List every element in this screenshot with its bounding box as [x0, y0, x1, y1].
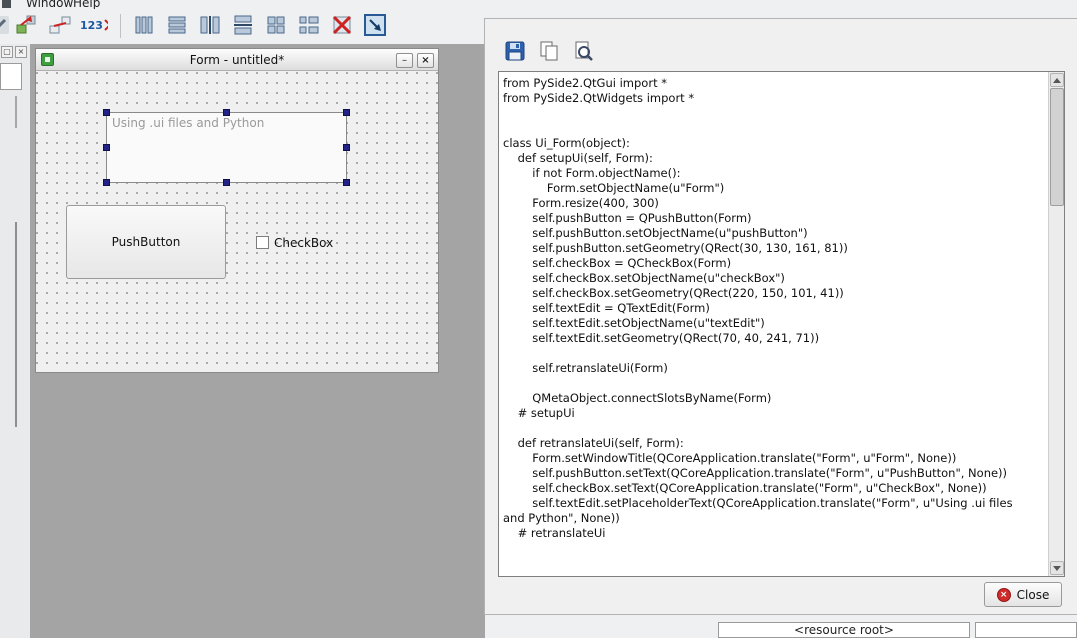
menu-window[interactable]: Window — [26, 0, 73, 9]
dock-divider-bottom — [15, 222, 17, 427]
selection-handle-se[interactable] — [343, 179, 350, 186]
tab-order-label: 123 — [80, 19, 103, 32]
dock-close-icon[interactable]: × — [15, 46, 27, 58]
selection-handle-ne[interactable] — [343, 109, 350, 116]
scroll-up-icon[interactable] — [1050, 73, 1064, 87]
textedit-placeholder: Using .ui files and Python — [107, 113, 346, 133]
layout-form-icon[interactable] — [295, 11, 323, 39]
app-menu-icon[interactable] — [2, 0, 11, 8]
form-canvas[interactable]: Using .ui files and Python PushButton Ch… — [36, 72, 438, 372]
selection-handle-s[interactable] — [223, 179, 230, 186]
edit-buddies-icon[interactable] — [46, 11, 74, 39]
close-dialog-button[interactable]: × Close — [984, 582, 1062, 607]
find-icon[interactable] — [569, 37, 597, 65]
resource-side-panel[interactable] — [975, 622, 1077, 638]
menubar: Window Help — [0, 0, 1077, 9]
form-window-title: Form - untitled* — [36, 53, 438, 67]
layout-splitter-horizontal-icon[interactable] — [196, 11, 224, 39]
code-preview-dialog: from PySide2.QtGui import * from PySide2… — [484, 18, 1077, 615]
form-designer-window: Form - untitled* – × Using .ui files and… — [35, 48, 439, 373]
app-root: Window Help 123 — [0, 0, 1077, 638]
scroll-down-icon[interactable] — [1050, 561, 1064, 575]
form-window-titlebar[interactable]: Form - untitled* – × — [36, 49, 438, 71]
minimize-button[interactable]: – — [396, 53, 413, 68]
selection-handle-n[interactable] — [223, 109, 230, 116]
close-circle-icon: × — [997, 588, 1011, 602]
scrollbar-thumb[interactable] — [1050, 88, 1064, 206]
layout-splitter-vertical-icon[interactable] — [229, 11, 257, 39]
checkbox-label: CheckBox — [274, 236, 333, 250]
checkbox-indicator[interactable] — [256, 236, 269, 249]
layout-horizontal-icon[interactable] — [130, 11, 158, 39]
dock-widget-sliver[interactable] — [0, 63, 22, 90]
resource-root-item[interactable]: <resource root> — [718, 622, 970, 638]
selection-handle-sw[interactable] — [103, 179, 110, 186]
close-window-button[interactable]: × — [417, 53, 434, 68]
menu-help[interactable]: Help — [73, 0, 100, 9]
generated-python-code[interactable]: from PySide2.QtGui import * from PySide2… — [503, 76, 1044, 572]
left-dock-strip: ▢ × — [0, 44, 30, 638]
edit-tab-order-icon[interactable]: 123 — [80, 11, 108, 39]
vertical-scrollbar[interactable] — [1048, 72, 1064, 576]
break-layout-icon[interactable] — [328, 11, 356, 39]
selection-handle-w[interactable] — [103, 144, 110, 151]
close-button-label: Close — [1017, 588, 1050, 602]
selection-handle-nw[interactable] — [103, 109, 110, 116]
form-window-icon — [41, 53, 54, 66]
edit-signals-slots-icon[interactable] — [12, 11, 40, 39]
layout-vertical-icon[interactable] — [163, 11, 191, 39]
textedit-widget[interactable]: Using .ui files and Python — [106, 112, 347, 183]
selection-handle-e[interactable] — [343, 144, 350, 151]
resource-root-label: <resource root> — [794, 623, 894, 637]
code-editor[interactable]: from PySide2.QtGui import * from PySide2… — [498, 71, 1065, 577]
adjust-size-icon[interactable] — [361, 11, 389, 39]
toolbar-separator — [120, 14, 121, 38]
save-icon[interactable] — [501, 37, 529, 65]
layout-grid-icon[interactable] — [262, 11, 290, 39]
dock-restore-icon[interactable]: ▢ — [1, 46, 13, 58]
dock-divider-top — [15, 96, 17, 128]
checkbox-widget[interactable]: CheckBox — [256, 222, 357, 263]
pushbutton-widget[interactable]: PushButton — [66, 205, 226, 279]
copy-icon[interactable] — [535, 37, 563, 65]
mdi-area: Form - untitled* – × Using .ui files and… — [30, 44, 485, 638]
